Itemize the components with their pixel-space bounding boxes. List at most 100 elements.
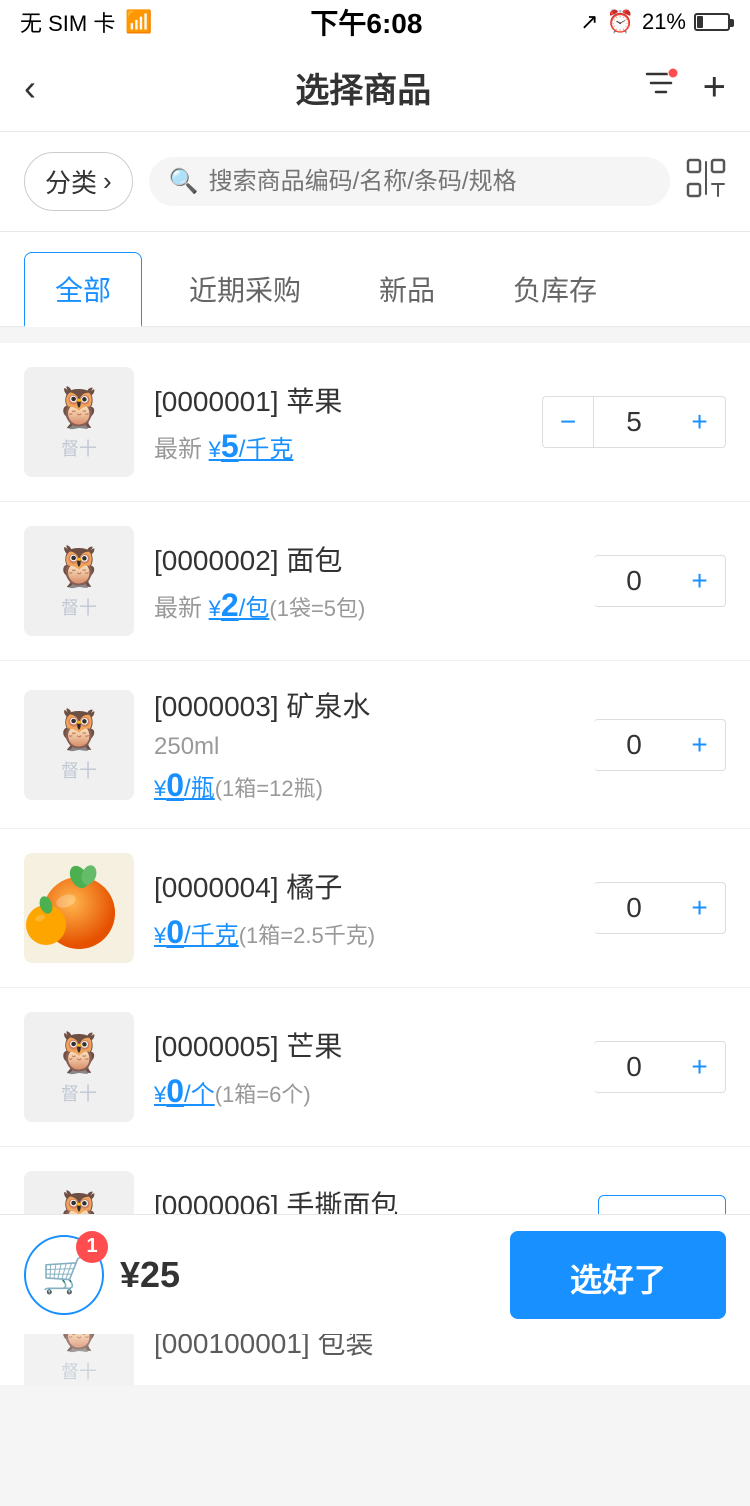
quantity-input[interactable]: [594, 719, 674, 771]
price-currency: ¥: [209, 437, 221, 462]
product-image-p2: 🦉 督十: [24, 526, 134, 636]
quantity-plus-button[interactable]: +: [674, 882, 726, 934]
price-spec: (1箱=12瓶): [215, 776, 323, 801]
battery-percent: 21%: [642, 9, 686, 35]
price-unit: /个: [184, 1081, 215, 1108]
tab-negative[interactable]: 负库存: [482, 252, 628, 326]
product-price: ¥0/千克(1箱=2.5千克): [154, 914, 574, 951]
product-item: 🦉 督十 [0000002] 面包 最新 ¥2/包(1袋=5包) +: [0, 502, 750, 661]
price-unit: /千克: [184, 922, 239, 949]
quantity-minus-button[interactable]: −: [542, 396, 594, 448]
owl-text: 督十: [61, 1358, 97, 1384]
product-image-p1: 🦉 督十: [24, 367, 134, 477]
product-name: [0000005] 芒果: [154, 1025, 574, 1065]
product-info-p4: [0000004] 橘子 ¥0/千克(1箱=2.5千克): [154, 866, 574, 951]
nav-actions: +: [643, 65, 726, 110]
cart-total: ¥25: [120, 1254, 180, 1296]
quantity-input[interactable]: [594, 1041, 674, 1093]
status-bar: 无 SIM 卡 📶 下午6:08 ↗ ⏰ 21%: [0, 0, 750, 44]
add-icon[interactable]: +: [703, 65, 726, 110]
product-spec: 250ml: [154, 733, 574, 761]
search-box: 🔍: [149, 157, 670, 206]
quantity-plus-button[interactable]: +: [674, 1041, 726, 1093]
product-price: ¥0/瓶(1箱=12瓶): [154, 767, 574, 804]
price-currency: ¥: [154, 1082, 166, 1107]
quantity-control-p4: +: [594, 882, 726, 934]
price-value: 5: [221, 428, 239, 464]
page-title: 选择商品: [295, 63, 431, 112]
scan-icon[interactable]: [686, 158, 726, 206]
owl-icon: 🦉: [54, 384, 104, 431]
owl-text: 督十: [61, 435, 97, 461]
product-image-p5: 🦉 督十: [24, 1012, 134, 1122]
product-info-p1: [0000001] 苹果 最新 ¥5/千克: [154, 380, 522, 465]
product-name: [0000002] 面包: [154, 539, 574, 579]
owl-logo: 🦉 督十: [54, 1029, 104, 1106]
quantity-input[interactable]: [594, 396, 674, 448]
price-value: 0: [166, 767, 184, 803]
product-item: 🦉 督十 [0000003] 矿泉水 250ml ¥0/瓶(1箱=12瓶) +: [0, 661, 750, 829]
price-spec: (1箱=2.5千克): [239, 923, 375, 948]
price-value: 2: [221, 587, 239, 623]
tab-new[interactable]: 新品: [348, 252, 466, 326]
filter-bar: 分类 › 🔍: [0, 132, 750, 232]
price-currency: ¥: [154, 776, 166, 801]
product-item: [0000004] 橘子 ¥0/千克(1箱=2.5千克) +: [0, 829, 750, 988]
product-price: 最新 ¥5/千克: [154, 428, 522, 465]
price-currency: ¥: [154, 923, 166, 948]
search-input[interactable]: [209, 168, 650, 196]
product-item: 🦉 督十 [0000005] 芒果 ¥0/个(1箱=6个) +: [0, 988, 750, 1147]
location-icon: ↗: [580, 9, 598, 35]
search-icon: 🔍: [169, 167, 199, 196]
confirm-button[interactable]: 选好了: [510, 1231, 726, 1319]
owl-text: 督十: [61, 757, 97, 783]
owl-icon: 🦉: [54, 543, 104, 590]
quantity-control-p2: +: [594, 555, 726, 607]
product-name: [0000003] 矿泉水: [154, 685, 574, 725]
back-button[interactable]: ‹: [24, 67, 84, 109]
quantity-plus-button[interactable]: +: [674, 555, 726, 607]
price-unit: /瓶: [184, 775, 215, 802]
price-label: 最新: [154, 595, 209, 622]
product-info-p2: [0000002] 面包 最新 ¥2/包(1袋=5包): [154, 539, 574, 624]
product-name: [0000001] 苹果: [154, 380, 522, 420]
product-image-p4: [24, 853, 134, 963]
quantity-input[interactable]: [594, 555, 674, 607]
filter-icon[interactable]: [643, 65, 679, 110]
price-unit: /包: [239, 595, 270, 622]
product-info-p5: [0000005] 芒果 ¥0/个(1箱=6个): [154, 1025, 574, 1110]
owl-logo: 🦉 督十: [54, 543, 104, 620]
price-value: 0: [166, 914, 184, 950]
alarm-icon: ⏰: [607, 9, 634, 35]
price-unit: /千克: [239, 436, 294, 463]
price-label: 最新: [154, 436, 209, 463]
price-value: 0: [166, 1073, 184, 1109]
category-button[interactable]: 分类 ›: [24, 152, 133, 211]
product-image-p3: 🦉 督十: [24, 690, 134, 800]
quantity-plus-button[interactable]: +: [674, 719, 726, 771]
product-info-p3: [0000003] 矿泉水 250ml ¥0/瓶(1箱=12瓶): [154, 685, 574, 804]
quantity-input[interactable]: [594, 882, 674, 934]
tab-all[interactable]: 全部: [24, 252, 142, 327]
product-name: [0000004] 橘子: [154, 866, 574, 906]
category-arrow: ›: [103, 166, 112, 197]
tab-recent[interactable]: 近期采购: [158, 252, 332, 326]
carrier-text: 无 SIM 卡: [20, 6, 115, 38]
price-currency: ¥: [209, 596, 221, 621]
owl-text: 督十: [61, 1080, 97, 1106]
product-price: ¥0/个(1箱=6个): [154, 1073, 574, 1110]
cart-badge: 1: [76, 1231, 108, 1263]
battery-icon: [694, 13, 730, 31]
product-item: 🦉 督十 [0000001] 苹果 最新 ¥5/千克 − +: [0, 343, 750, 502]
quantity-plus-button[interactable]: +: [674, 396, 726, 448]
cart-button[interactable]: 1 🛒: [24, 1235, 104, 1315]
cart-icon: 🛒: [42, 1254, 87, 1296]
nav-bar: ‹ 选择商品 +: [0, 44, 750, 132]
owl-logo: 🦉 督十: [54, 384, 104, 461]
owl-text: 督十: [61, 594, 97, 620]
bottom-bar: 1 🛒 ¥25 选好了: [0, 1214, 750, 1334]
quantity-control-p5: +: [594, 1041, 726, 1093]
owl-icon: 🦉: [54, 706, 104, 753]
status-right: ↗ ⏰ 21%: [580, 9, 730, 35]
tab-bar: 全部 近期采购 新品 负库存: [0, 232, 750, 327]
